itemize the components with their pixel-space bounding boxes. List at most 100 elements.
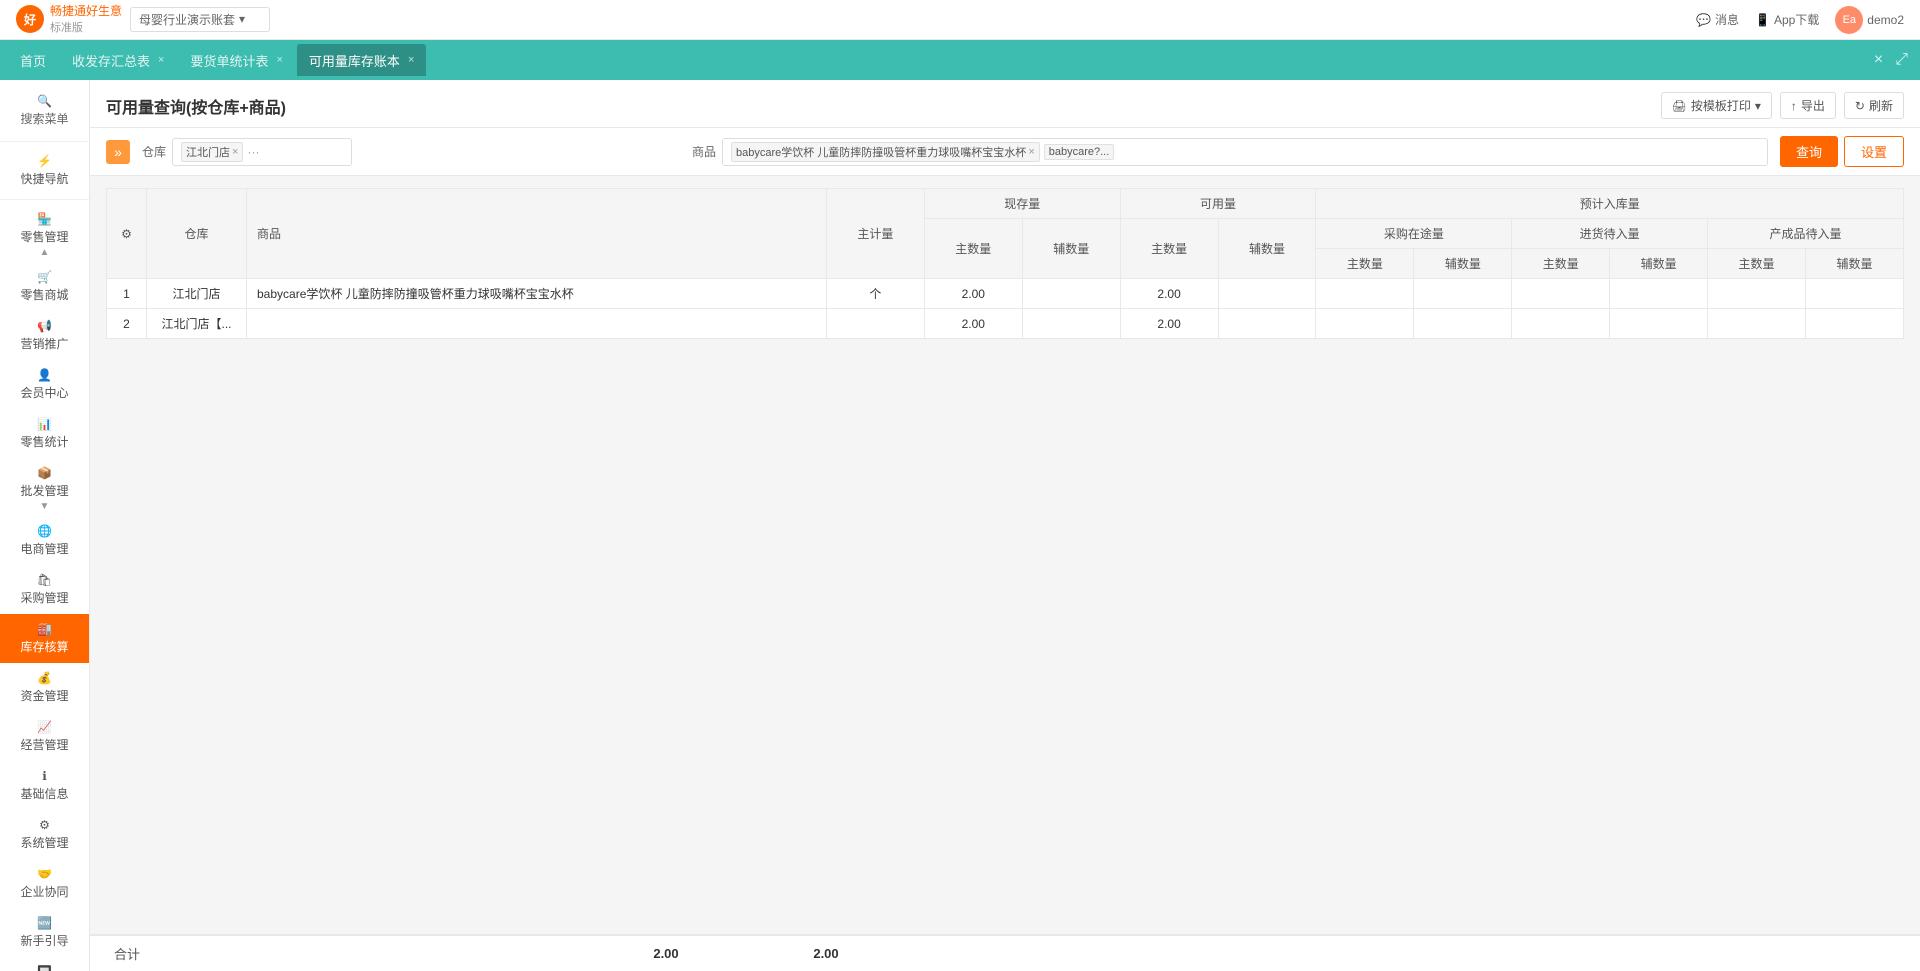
mobile-icon: 📱 [1755, 13, 1770, 27]
sidebar-item-system[interactable]: ⚙ 系统管理 [0, 810, 89, 859]
tab-demand-stats[interactable]: 要货单统计表 × [178, 44, 294, 76]
cell-product-1 [247, 309, 827, 339]
sidebar-item-quick-nav-label: 快捷导航 [20, 170, 68, 187]
cell-unit-1 [826, 309, 924, 339]
search-menu-button[interactable]: 🔍 搜索菜单 [8, 90, 81, 131]
export-icon: ↑ [1791, 99, 1797, 113]
table-area: ⚙ 仓库 商品 主计量 现存量 可用量 预计入库量 主数量 辅数量 主数量 辅数… [90, 176, 1920, 934]
product-filter-label: 商品 [692, 143, 716, 160]
th-settings: ⚙ [107, 189, 147, 279]
sidebar-item-retail-mgmt[interactable]: 🏪 零售管理 ▲ [0, 204, 89, 262]
tab-receive-summary[interactable]: 收发存汇总表 × [60, 44, 176, 76]
chevron-down-icon2: ▾ [1755, 99, 1761, 113]
sidebar-item-ecommerce[interactable]: 🌐 电商管理 [0, 516, 89, 565]
th-available-aux: 辅数量 [1218, 219, 1316, 279]
avatar: Ea [1835, 6, 1863, 34]
th-main-unit: 主计量 [826, 189, 924, 279]
footer-stock-main: 2.00 [626, 946, 706, 961]
avatar-text: Ea [1843, 14, 1856, 26]
product-tag-1-close[interactable]: × [1028, 146, 1034, 158]
inventory-icon: 🏭 [37, 622, 52, 636]
sidebar-item-retail-stats[interactable]: 📊 零售统计 [0, 409, 89, 458]
nav-tabs-bar: 首页 收发存汇总表 × 要货单统计表 × 可用量库存账本 × × ⤢ [0, 40, 1920, 80]
cell-stock-main-1: 2.00 [924, 309, 1022, 339]
ecommerce-icon: 🌐 [37, 524, 52, 538]
query-button[interactable]: 查询 [1780, 136, 1838, 167]
tab-available-stock[interactable]: 可用量库存账本 × [297, 44, 426, 76]
print-template-label: 按模板打印 [1691, 97, 1751, 114]
table-row: 2 江北门店【... 2.00 2.00 [107, 309, 1904, 339]
cell-prod-main-1 [1708, 309, 1806, 339]
tab-home[interactable]: 首页 [8, 44, 58, 76]
sidebar-item-operations[interactable]: 📈 经营管理 [0, 712, 89, 761]
warehouse-tag-input[interactable]: 江北门店 × ··· [172, 138, 352, 166]
sidebar-item-purchase[interactable]: 🛍 采购管理 [0, 565, 89, 614]
close-window-icon[interactable]: × [1870, 51, 1887, 69]
sidebar-item-member[interactable]: 👤 会员中心 [0, 360, 89, 409]
cell-stock-main-0: 2.00 [924, 279, 1022, 309]
sidebar-item-retail-mall[interactable]: 🛒 零售商城 [0, 262, 89, 311]
cell-pt-main-0 [1316, 279, 1414, 309]
tab-window-actions: × ⤢ [1870, 51, 1912, 69]
cell-pi-main-1 [1512, 309, 1610, 339]
sidebar-item-wholesale[interactable]: 📦 批发管理 ▼ [0, 458, 89, 516]
sidebar-item-new-guide[interactable]: 🆕 新手引导 [0, 908, 89, 957]
refresh-label: 刷新 [1869, 97, 1893, 114]
sidebar-item-quick-nav[interactable]: ⚡ 快捷导航 [0, 146, 89, 195]
sidebar-item-basic-info[interactable]: ℹ 基础信息 [0, 761, 89, 810]
sidebar-item-marketing[interactable]: 📢 营销推广 [0, 311, 89, 360]
sidebar-main-nav: 🏪 零售管理 ▲ 🛒 零售商城 📢 营销推广 👤 会员中心 📊 零售统计 [0, 200, 89, 971]
warehouse-more-dots[interactable]: ··· [247, 145, 259, 159]
cell-avail-aux-0 [1218, 279, 1316, 309]
th-available-group: 可用量 [1120, 189, 1316, 219]
refresh-icon: ↻ [1855, 99, 1865, 113]
system-icon: ⚙ [39, 818, 50, 832]
refresh-button[interactable]: ↻ 刷新 [1844, 92, 1904, 119]
th-product: 商品 [247, 189, 827, 279]
cell-pt-aux-1 [1414, 309, 1512, 339]
logo-icon: 好 [16, 5, 44, 33]
footer-available-main: 2.00 [786, 946, 866, 961]
logo-subtext: 标准版 [50, 19, 122, 35]
cell-avail-main-1: 2.00 [1120, 309, 1218, 339]
cell-warehouse-0: 江北门店 [147, 279, 247, 309]
content-area: 可用量查询(按仓库+商品) 🖨 按模板打印 ▾ ↑ 导出 ↻ 刷新 » [90, 80, 1920, 971]
quick-nav-icon: ⚡ [37, 154, 52, 168]
warehouse-tag: 江北门店 × [181, 142, 243, 162]
message-action[interactable]: 💬 消息 [1696, 11, 1739, 28]
sidebar: 🔍 搜索菜单 ⚡ 快捷导航 🏪 零售管理 ▲ 🛒 零售商城 📢 营销推广 [0, 80, 90, 971]
stats-icon: 📊 [37, 417, 52, 431]
th-pt-aux: 辅数量 [1414, 249, 1512, 279]
cell-pt-main-1 [1316, 309, 1414, 339]
settings-icon[interactable]: ⚙ [121, 227, 132, 241]
app-download-action[interactable]: 📱 App下载 [1755, 11, 1819, 28]
cell-pi-aux-0 [1610, 279, 1708, 309]
th-production-in-group: 产成品待入量 [1708, 219, 1904, 249]
tab-demand-stats-close[interactable]: × [276, 54, 282, 66]
th-stock-group: 现存量 [924, 189, 1120, 219]
setting-button[interactable]: 设置 [1844, 136, 1904, 167]
sidebar-item-finance[interactable]: 💰 资金管理 [0, 663, 89, 712]
industry-selector[interactable]: 母婴行业演示账套 ▾ [130, 7, 270, 32]
tab-available-stock-close[interactable]: × [408, 54, 414, 66]
tab-receive-summary-close[interactable]: × [158, 54, 164, 66]
tab-demand-stats-label: 要货单统计表 [190, 51, 268, 70]
export-button[interactable]: ↑ 导出 [1780, 92, 1836, 119]
print-icon: 🖨 [1672, 99, 1687, 113]
product-tag-input[interactable]: babycare学饮杯 儿童防摔防撞吸管杯重力球吸嘴杯宝宝水杯 × babyca… [722, 138, 1768, 166]
logo-text-block: 畅捷通好生意 标准版 [50, 4, 122, 34]
print-template-button[interactable]: 🖨 按模板打印 ▾ [1661, 92, 1772, 119]
app-center-icon: 🔲 [37, 965, 52, 971]
sidebar-item-enterprise-collab[interactable]: 🤝 企业协同 [0, 859, 89, 908]
product-tag-2-text: babycare?... [1049, 146, 1110, 158]
th-purchase-transit-group: 采购在途量 [1316, 219, 1512, 249]
sidebar-item-app-center[interactable]: 🔲 应用中心 [0, 957, 89, 971]
th-pt-main: 主数量 [1316, 249, 1414, 279]
maximize-icon[interactable]: ⤢ [1891, 51, 1912, 69]
cell-prod-aux-0 [1806, 279, 1904, 309]
warehouse-tag-close[interactable]: × [232, 146, 238, 158]
user-area[interactable]: Ea demo2 [1835, 6, 1904, 34]
filter-toggle-button[interactable]: » [106, 140, 130, 164]
data-table: ⚙ 仓库 商品 主计量 现存量 可用量 预计入库量 主数量 辅数量 主数量 辅数… [106, 188, 1904, 339]
sidebar-item-inventory[interactable]: 🏭 库存核算 [0, 614, 89, 663]
